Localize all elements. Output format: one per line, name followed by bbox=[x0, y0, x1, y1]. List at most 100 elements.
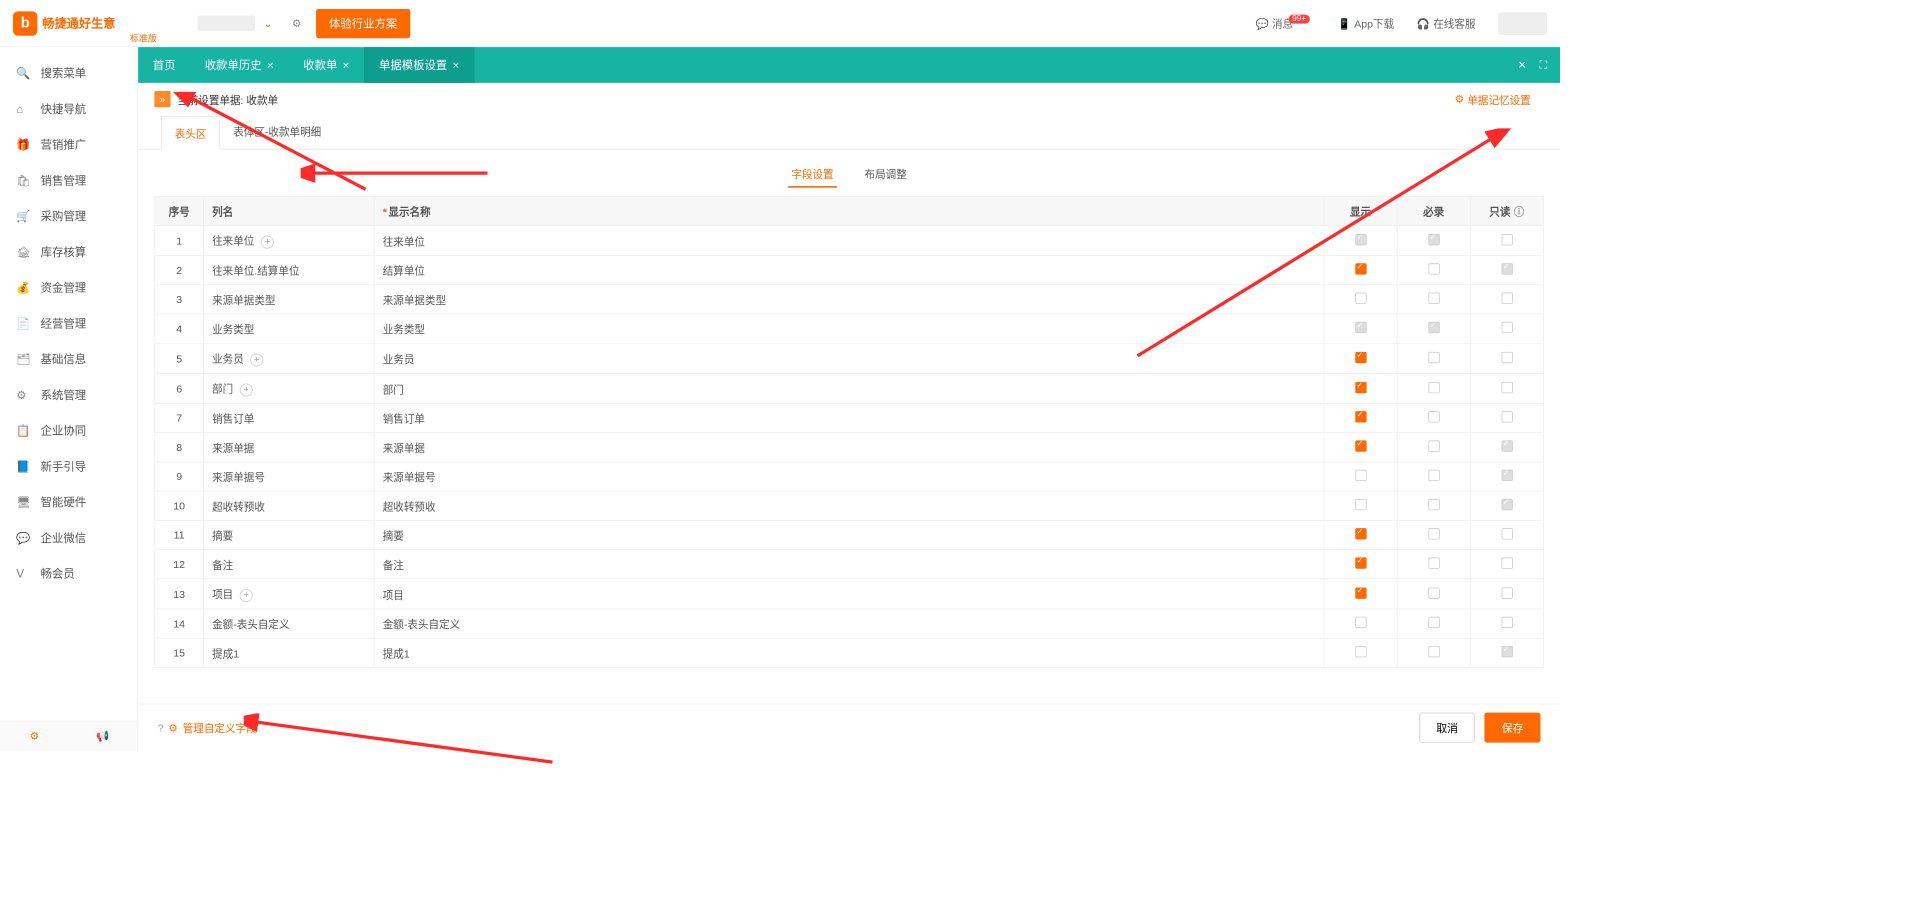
top-tab[interactable]: 收款单✕ bbox=[289, 47, 365, 83]
checkbox[interactable] bbox=[1428, 470, 1439, 481]
sidebar-item[interactable]: 🎁营销推广 bbox=[0, 127, 137, 163]
checkbox[interactable] bbox=[1428, 557, 1439, 568]
sidebar-item[interactable]: 📄经营管理 bbox=[0, 306, 137, 342]
sub-tab[interactable]: 布局调整 bbox=[861, 161, 910, 188]
checkbox[interactable] bbox=[1501, 411, 1512, 422]
sidebar-item[interactable]: 📘新手引导 bbox=[0, 449, 137, 485]
checkbox[interactable] bbox=[1501, 293, 1512, 304]
cell-display-name[interactable]: 销售订单 bbox=[374, 403, 1324, 432]
sidebar-item[interactable]: 🖥智能硬件 bbox=[0, 484, 137, 520]
cell-display-name[interactable]: 部门 bbox=[374, 373, 1324, 403]
checkbox[interactable] bbox=[1428, 351, 1439, 362]
company-selector[interactable]: ■■■■ ⌄ bbox=[197, 15, 280, 30]
checkbox[interactable] bbox=[1355, 646, 1366, 657]
sidebar-item[interactable]: 🗂基础信息 bbox=[0, 341, 137, 377]
checkbox-checked[interactable] bbox=[1355, 351, 1366, 362]
checkbox-checked[interactable] bbox=[1355, 557, 1366, 568]
checkbox-checked[interactable] bbox=[1355, 587, 1366, 598]
top-tab[interactable]: 首页 bbox=[138, 47, 190, 83]
app-download-link[interactable]: 📱App下载 bbox=[1338, 15, 1394, 30]
cell-display-name[interactable]: 来源单据 bbox=[374, 433, 1324, 462]
sidebar-item[interactable]: 💰资金管理 bbox=[0, 270, 137, 306]
checkbox[interactable] bbox=[1428, 293, 1439, 304]
close-icon[interactable]: ✕ bbox=[452, 60, 459, 71]
sidebar-item[interactable]: 🏚库存核算 bbox=[0, 234, 137, 270]
checkbox[interactable] bbox=[1501, 528, 1512, 539]
close-icon[interactable]: ✕ bbox=[267, 60, 274, 71]
checkbox[interactable] bbox=[1428, 646, 1439, 657]
cell-display-name[interactable]: 来源单据号 bbox=[374, 462, 1324, 491]
checkbox[interactable] bbox=[1355, 470, 1366, 481]
help-icon[interactable]: ? bbox=[158, 722, 164, 734]
checkbox[interactable] bbox=[1501, 234, 1512, 245]
close-tab-icon[interactable]: ✕ bbox=[1518, 59, 1527, 72]
checkbox[interactable] bbox=[1428, 587, 1439, 598]
section-tab[interactable]: 表头区 bbox=[161, 116, 220, 149]
checkbox[interactable] bbox=[1501, 381, 1512, 392]
plus-icon[interactable]: + bbox=[240, 384, 253, 397]
top-tab[interactable]: 收款单历史✕ bbox=[190, 47, 288, 83]
customer-service-link[interactable]: 🎧在线客服 bbox=[1417, 15, 1476, 30]
checkbox[interactable] bbox=[1355, 499, 1366, 510]
user-avatar[interactable] bbox=[1498, 12, 1547, 35]
checkbox[interactable] bbox=[1428, 263, 1439, 274]
manage-custom-fields-link[interactable]: ⚙ 管理自定义字段 bbox=[168, 720, 256, 735]
cell-display-name[interactable]: 超收转预收 bbox=[374, 491, 1324, 520]
messages-link[interactable]: 💬消息99+ bbox=[1256, 15, 1315, 30]
checkbox-checked[interactable] bbox=[1355, 440, 1366, 451]
top-tab[interactable]: 单据模板设置✕ bbox=[364, 47, 474, 83]
section-tab[interactable]: 表体区-收款单明细 bbox=[220, 115, 334, 148]
checkbox[interactable] bbox=[1501, 557, 1512, 568]
checkbox[interactable] bbox=[1501, 351, 1512, 362]
checkbox[interactable] bbox=[1501, 587, 1512, 598]
sidebar-item[interactable]: Ⅴ畅会员 bbox=[0, 556, 137, 592]
checkbox[interactable] bbox=[1355, 617, 1366, 628]
sidebar-item[interactable]: ⌂快捷导航 bbox=[0, 91, 137, 127]
checkbox[interactable] bbox=[1501, 617, 1512, 628]
checkbox[interactable] bbox=[1428, 499, 1439, 510]
sidebar-item[interactable]: 🛍销售管理 bbox=[0, 163, 137, 199]
cell-display-name[interactable]: 业务员 bbox=[374, 343, 1324, 373]
cancel-button[interactable]: 取消 bbox=[1419, 713, 1475, 743]
cell-display-name[interactable]: 摘要 bbox=[374, 520, 1324, 549]
collapse-icon[interactable]: » bbox=[154, 91, 170, 107]
plus-icon[interactable]: + bbox=[250, 353, 263, 366]
checkbox[interactable] bbox=[1428, 411, 1439, 422]
checkbox-checked[interactable] bbox=[1355, 528, 1366, 539]
sidebar-foot-settings[interactable]: ⚙ bbox=[0, 722, 69, 751]
cell-display-name[interactable]: 提成1 bbox=[374, 638, 1324, 667]
checkbox-checked[interactable] bbox=[1355, 381, 1366, 392]
checkbox[interactable] bbox=[1428, 381, 1439, 392]
cell-display-name[interactable]: 往来单位 bbox=[374, 225, 1324, 255]
sidebar-item[interactable]: 🛒采购管理 bbox=[0, 198, 137, 234]
checkbox[interactable] bbox=[1428, 528, 1439, 539]
sidebar-item[interactable]: 💬企业微信 bbox=[0, 520, 137, 556]
cell-display-name[interactable]: 结算单位 bbox=[374, 256, 1324, 285]
sidebar-item[interactable]: 🔍搜索菜单 bbox=[0, 55, 137, 91]
cell-display-name[interactable]: 项目 bbox=[374, 579, 1324, 609]
help-icon[interactable]: ⓘ bbox=[1514, 206, 1525, 218]
checkbox[interactable] bbox=[1355, 293, 1366, 304]
try-industry-button[interactable]: 体验行业方案 bbox=[316, 9, 410, 38]
cell-display-name[interactable]: 金额-表头自定义 bbox=[374, 609, 1324, 638]
close-icon[interactable]: ✕ bbox=[342, 60, 349, 71]
plus-icon[interactable]: + bbox=[240, 589, 253, 602]
cell-display-name[interactable]: 备注 bbox=[374, 550, 1324, 579]
checkbox[interactable] bbox=[1501, 322, 1512, 333]
checkbox-checked[interactable] bbox=[1355, 263, 1366, 274]
checkbox[interactable] bbox=[1428, 617, 1439, 628]
checkbox-checked-locked bbox=[1501, 499, 1512, 510]
sidebar-item[interactable]: ⚙系统管理 bbox=[0, 377, 137, 413]
checkbox[interactable] bbox=[1428, 440, 1439, 451]
checkbox-checked[interactable] bbox=[1355, 411, 1366, 422]
sidebar-item[interactable]: 📋企业协同 bbox=[0, 413, 137, 449]
cell-display-name[interactable]: 业务类型 bbox=[374, 314, 1324, 343]
cell-display-name[interactable]: 来源单据类型 bbox=[374, 285, 1324, 314]
memory-settings-link[interactable]: ⚙ 单据记忆设置 bbox=[1455, 91, 1531, 106]
sidebar-foot-speaker[interactable]: 📢 bbox=[69, 722, 138, 751]
save-button[interactable]: 保存 bbox=[1485, 713, 1541, 743]
gear-icon[interactable]: ⚙ bbox=[292, 17, 301, 30]
sub-tab[interactable]: 字段设置 bbox=[788, 161, 837, 188]
fullscreen-icon[interactable]: ⛶ bbox=[1540, 59, 1547, 72]
plus-icon[interactable]: + bbox=[261, 236, 274, 249]
